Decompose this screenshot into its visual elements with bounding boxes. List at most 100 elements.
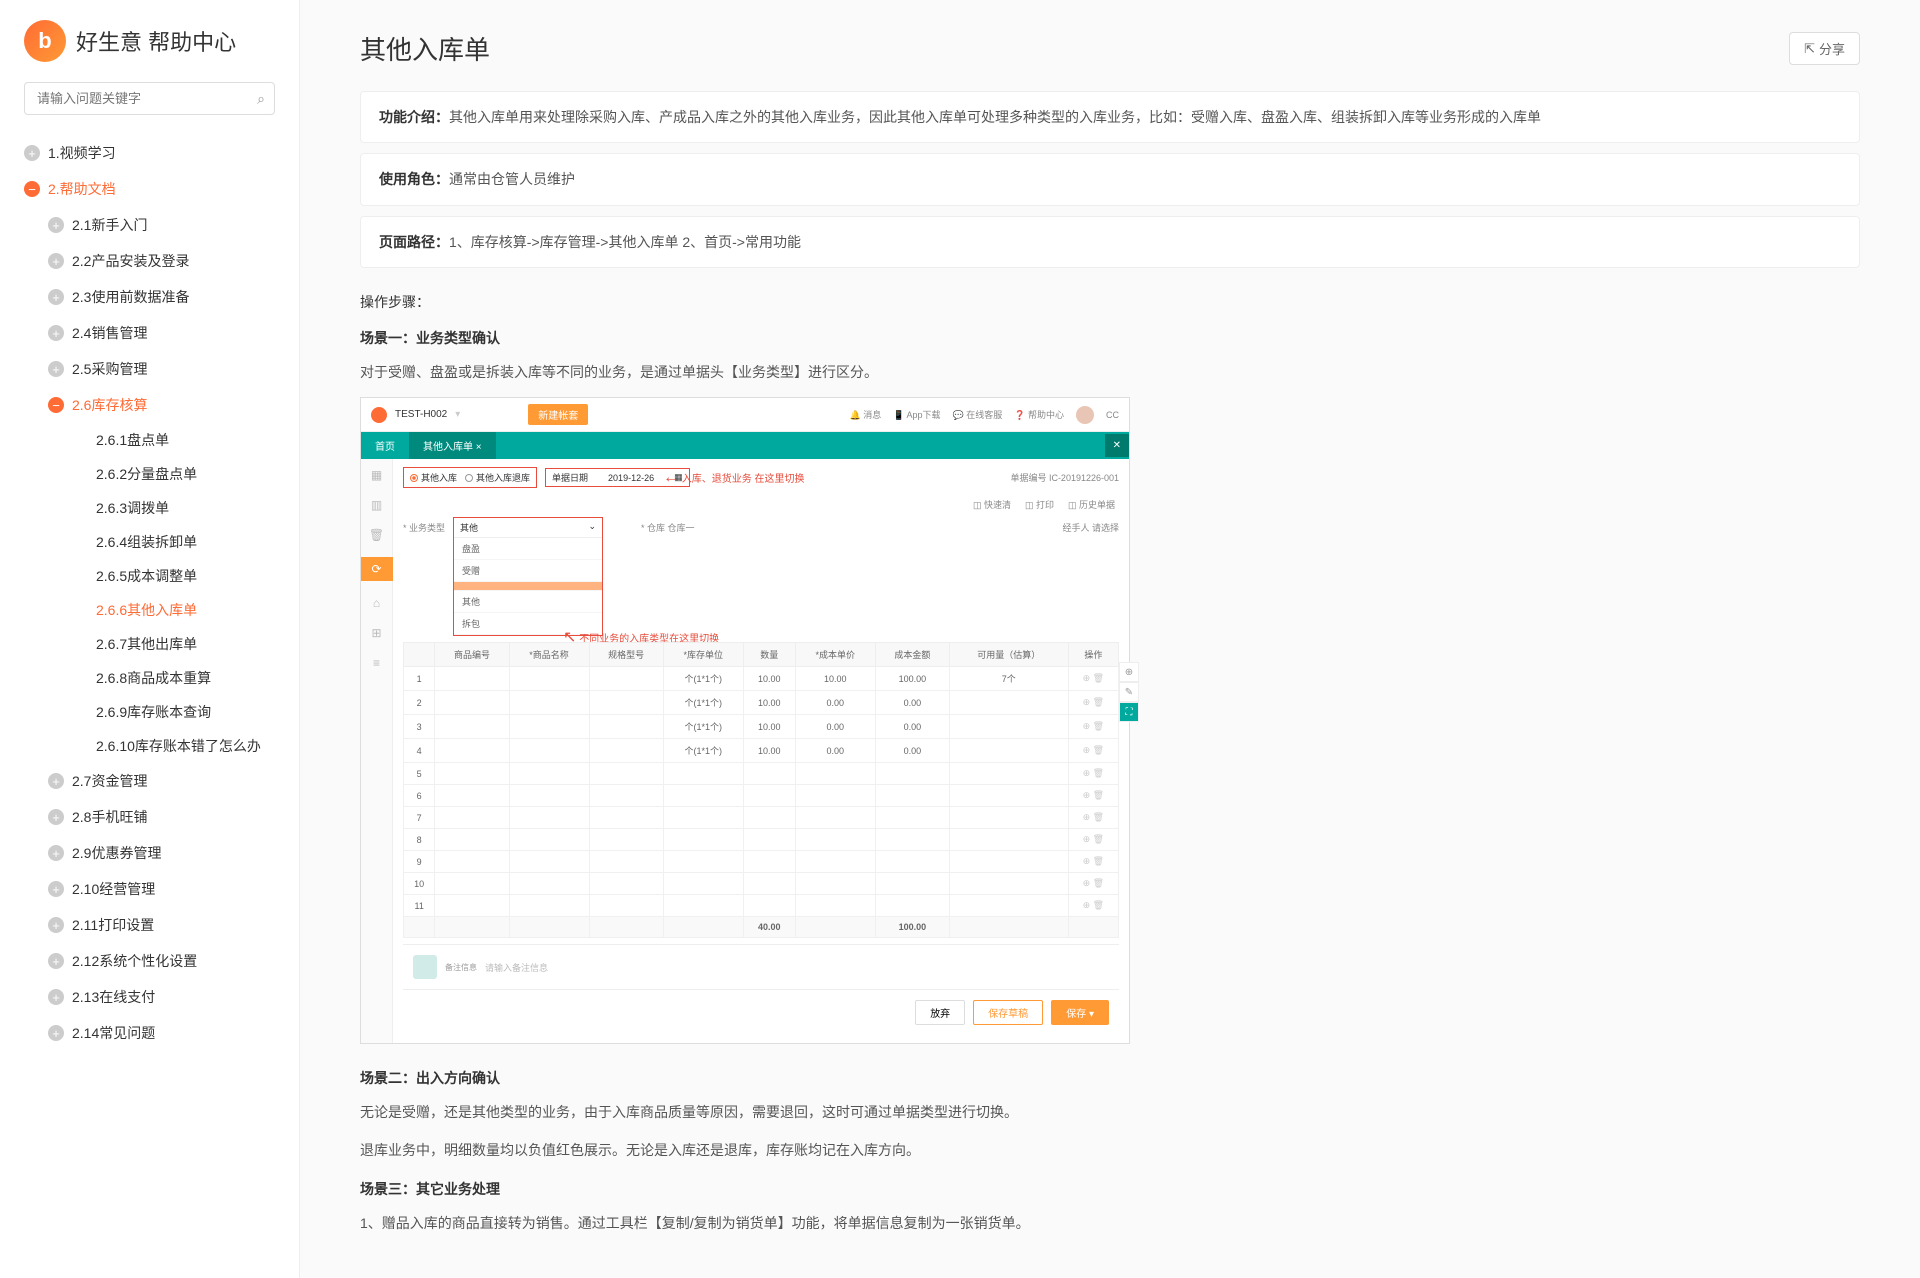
ss-nav-icon: ⟳ xyxy=(361,557,393,581)
ss-logo-icon xyxy=(371,407,387,423)
sidebar-item[interactable]: +2.12系统个性化设置 xyxy=(48,943,275,979)
sidebar-item[interactable]: 2.6.1盘点单 xyxy=(96,423,275,457)
scene1-title: 场景一：业务类型确认 xyxy=(360,328,1860,348)
sidebar-item-label: 2.6.6其他入库单 xyxy=(96,600,197,620)
scene3-text: 1、赠品入库的商品直接转为销售。通过工具栏【复制/复制为销货单】功能，将单据信息… xyxy=(360,1211,1860,1236)
sidebar-item[interactable]: +2.3使用前数据准备 xyxy=(48,279,275,315)
plus-icon: + xyxy=(48,253,64,269)
path-label: 页面路径： xyxy=(379,234,449,250)
sidebar-item[interactable]: 2.6.8商品成本重算 xyxy=(96,661,275,695)
sidebar-item-label: 2.6.2分量盘点单 xyxy=(96,464,197,484)
ss-nav-icon: ≡ xyxy=(369,655,385,671)
sidebar-item[interactable]: +2.9优惠券管理 xyxy=(48,835,275,871)
main-content: 其他入库单 ⇱ 分享 功能介绍：其他入库单用来处理除采购入库、产成品入库之外的其… xyxy=(300,0,1920,1278)
sidebar-item[interactable]: 2.6.4组装拆卸单 xyxy=(96,525,275,559)
avatar-icon xyxy=(1076,406,1094,424)
sidebar-item-label: 2.10经营管理 xyxy=(72,879,155,899)
sidebar-item-label: 2.6.10库存账本错了怎么办 xyxy=(96,736,261,756)
steps-label: 操作步骤： xyxy=(360,292,1860,312)
sidebar-item-label: 2.4销售管理 xyxy=(72,323,147,343)
intro-text: 其他入库单用来处理除采购入库、产成品入库之外的其他入库业务，因此其他入库单可处理… xyxy=(449,109,1541,125)
path-text: 1、库存核算->库存管理->其他入库单 2、首页->常用功能 xyxy=(449,234,801,250)
ss-tab-current: 其他入库单 × xyxy=(409,432,496,459)
chevron-down-icon: ⌄ xyxy=(588,521,596,534)
sidebar-item-label: 2.9优惠券管理 xyxy=(72,843,161,863)
sidebar-item[interactable]: +2.2产品安装及登录 xyxy=(48,243,275,279)
scene2-text1: 无论是受赠，还是其他类型的业务，由于入库商品质量等原因，需要退回，这时可通过单据… xyxy=(360,1100,1860,1125)
plus-icon: + xyxy=(48,289,64,305)
sidebar-item[interactable]: +2.4销售管理 xyxy=(48,315,275,351)
sidebar-item[interactable]: +2.11打印设置 xyxy=(48,907,275,943)
ss-company: TEST-H002 xyxy=(395,409,447,420)
plus-icon: + xyxy=(48,845,64,861)
share-label: 分享 xyxy=(1819,39,1845,58)
plus-icon: + xyxy=(48,361,64,377)
radio-icon xyxy=(465,474,473,482)
ss-help: ❓ 帮助中心 xyxy=(1014,408,1064,421)
intro-label: 功能介绍： xyxy=(379,109,449,125)
sidebar-item[interactable]: +2.5采购管理 xyxy=(48,351,275,387)
share-button[interactable]: ⇱ 分享 xyxy=(1789,32,1860,65)
sidebar-item[interactable]: 2.6.7其他出库单 xyxy=(96,627,275,661)
sidebar-item[interactable]: −2.6库存核算 xyxy=(48,387,275,423)
search-box: ⌕ xyxy=(24,82,275,115)
ss-draft-button: 保存草稿 xyxy=(973,1000,1043,1025)
close-icon: ✕ xyxy=(1105,434,1129,457)
sidebar-item[interactable]: +1.视频学习 xyxy=(24,135,275,171)
sidebar-item[interactable]: +2.8手机旺铺 xyxy=(48,799,275,835)
plus-icon: + xyxy=(48,809,64,825)
ss-nav-icon: 🗑 xyxy=(369,527,385,543)
search-icon[interactable]: ⌕ xyxy=(257,90,265,107)
sidebar-item[interactable]: 2.6.3调拨单 xyxy=(96,491,275,525)
ss-nav-icon: ▥ xyxy=(369,497,385,513)
sidebar-item[interactable]: +2.10经营管理 xyxy=(48,871,275,907)
chevron-down-icon: ▾ xyxy=(455,409,460,420)
sidebar-item-label: 2.6.4组装拆卸单 xyxy=(96,532,197,552)
sidebar-item[interactable]: 2.6.9库存账本查询 xyxy=(96,695,275,729)
search-input[interactable] xyxy=(24,82,275,115)
path-box: 页面路径：1、库存核算->库存管理->其他入库单 2、首页->常用功能 xyxy=(360,216,1860,268)
plus-icon: + xyxy=(24,145,40,161)
ss-nav-icon: ⌂ xyxy=(369,595,385,611)
sidebar-item-label: 2.6.7其他出库单 xyxy=(96,634,197,654)
ss-note-input: 请输入备注信息 xyxy=(485,961,1109,974)
scene3-title: 场景三：其它业务处理 xyxy=(360,1179,1860,1199)
intro-box: 功能介绍：其他入库单用来处理除采购入库、产成品入库之外的其他入库业务，因此其他入… xyxy=(360,91,1860,143)
sidebar-item[interactable]: +2.7资金管理 xyxy=(48,763,275,799)
plus-icon: + xyxy=(48,217,64,233)
sidebar-item-label: 2.6.1盘点单 xyxy=(96,430,169,450)
minus-icon: − xyxy=(24,181,40,197)
ss-tool: ◫ 快速清 xyxy=(969,496,1015,513)
sidebar-item[interactable]: +2.1新手入门 xyxy=(48,207,275,243)
sidebar-item[interactable]: +2.14常见问题 xyxy=(48,1015,275,1051)
sidebar-item[interactable]: +2.13在线支付 xyxy=(48,979,275,1015)
dropdown-item: 受赠 xyxy=(454,560,602,582)
ss-tool: ◫ 历史单据 xyxy=(1064,496,1119,513)
sidebar-item[interactable]: 2.6.5成本调整单 xyxy=(96,559,275,593)
sidebar-item-label: 2.6.5成本调整单 xyxy=(96,566,197,586)
ss-service: 💬 在线客服 xyxy=(953,408,1003,421)
logo-icon: b xyxy=(24,20,66,62)
sidebar-item[interactable]: −2.帮助文档 xyxy=(24,171,275,207)
ss-msg: 🔔 消息 xyxy=(850,408,882,421)
screenshot-image: TEST-H002 ▾ 新建帐套 🔔 消息 📱 App下载 💬 在线客服 ❓ 帮… xyxy=(360,397,1130,1044)
sidebar-item-label: 2.12系统个性化设置 xyxy=(72,951,197,971)
sidebar-item-label: 2.14常见问题 xyxy=(72,1023,155,1043)
ss-new-btn: 新建帐套 xyxy=(528,404,588,425)
sidebar-item-label: 1.视频学习 xyxy=(48,143,116,163)
plus-icon: + xyxy=(48,773,64,789)
ss-nav-icon: ⊞ xyxy=(369,625,385,641)
scene2-title: 场景二：出入方向确认 xyxy=(360,1068,1860,1088)
ss-cancel-button: 放弃 xyxy=(915,1000,965,1025)
sidebar-item-label: 2.6.9库存账本查询 xyxy=(96,702,211,722)
plus-icon: + xyxy=(48,917,64,933)
tool-icon: ⛶ xyxy=(1119,702,1139,722)
tool-icon: ⊕ xyxy=(1119,662,1139,682)
ss-dropdown: 其他⌄ 盘盈受赠其他拆包 xyxy=(453,517,603,636)
sidebar-item[interactable]: 2.6.6其他入库单 xyxy=(96,593,275,627)
sidebar-item[interactable]: 2.6.2分量盘点单 xyxy=(96,457,275,491)
sidebar-item-label: 2.帮助文档 xyxy=(48,179,116,199)
sidebar-item[interactable]: 2.6.10库存账本错了怎么办 xyxy=(96,729,275,763)
ss-annotation: ← 入库、退货业务 在这里切换 xyxy=(663,469,805,487)
radio-icon xyxy=(410,474,418,482)
